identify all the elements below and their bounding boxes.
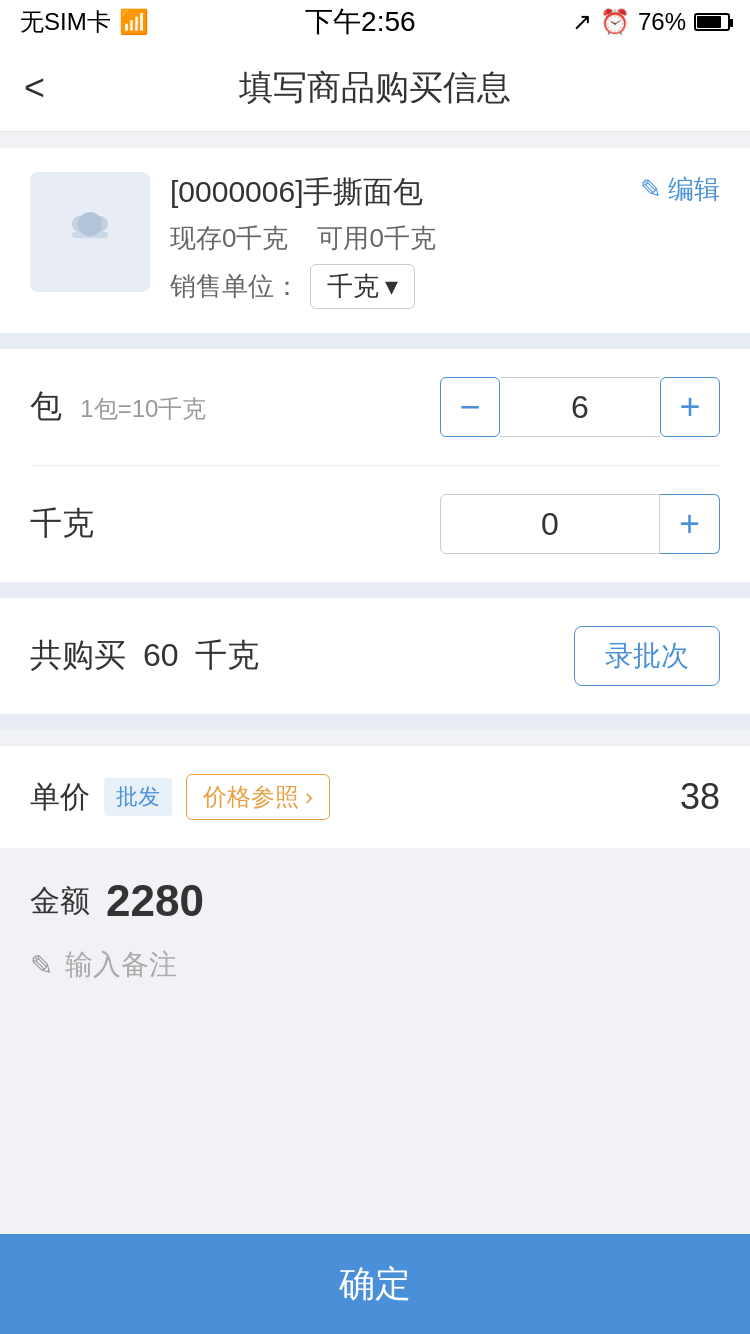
bag-input-row: 包 1包=10千克 − + bbox=[30, 349, 720, 466]
amount-section: 金额 2280 ✎ 输入备注 bbox=[0, 848, 750, 1004]
alarm-icon: ⏰ bbox=[600, 8, 630, 36]
product-thumbnail bbox=[30, 172, 150, 292]
kg-input-row: 千克 + bbox=[30, 466, 720, 582]
kg-label: 千克 bbox=[30, 502, 94, 546]
nav-bar: < 填写商品购买信息 bbox=[0, 44, 750, 132]
product-logo-icon bbox=[60, 202, 120, 262]
bag-label-group: 包 1包=10千克 bbox=[30, 385, 206, 429]
bag-increment-button[interactable]: + bbox=[660, 377, 720, 437]
batch-tag: 批发 bbox=[104, 778, 172, 816]
chevron-down-icon: ▾ bbox=[385, 271, 398, 302]
total-section: 共购买 60 千克 录批次 bbox=[0, 598, 750, 714]
price-value: 38 bbox=[680, 776, 720, 818]
carrier-label: 无SIM卡 bbox=[20, 6, 111, 38]
location-icon: ↗ bbox=[572, 8, 592, 36]
svg-point-1 bbox=[72, 216, 88, 232]
back-button[interactable]: < bbox=[24, 67, 45, 109]
status-bar: 无SIM卡 📶 下午2:56 ↗ ⏰ 76% bbox=[0, 0, 750, 44]
price-label: 单价 bbox=[30, 777, 90, 818]
divider-1 bbox=[0, 333, 750, 349]
kg-stepper: + bbox=[440, 494, 720, 554]
price-section: 单价 批发 价格参照 › 38 bbox=[0, 746, 750, 848]
price-left: 单价 批发 价格参照 › bbox=[30, 774, 330, 820]
amount-label: 金额 bbox=[30, 881, 90, 922]
note-row[interactable]: ✎ 输入备注 bbox=[30, 946, 720, 1004]
amount-row: 金额 2280 bbox=[30, 876, 720, 926]
page-title: 填写商品购买信息 bbox=[239, 65, 511, 111]
note-placeholder: 输入备注 bbox=[65, 946, 177, 984]
wifi-icon: 📶 bbox=[119, 8, 149, 36]
amount-value: 2280 bbox=[106, 876, 204, 926]
batch-button[interactable]: 录批次 bbox=[574, 626, 720, 686]
total-text: 共购买 60 千克 bbox=[30, 634, 259, 678]
price-ref-button[interactable]: 价格参照 › bbox=[186, 774, 330, 820]
edit-icon: ✎ bbox=[640, 174, 662, 205]
bag-stepper: − + bbox=[440, 377, 720, 437]
kg-increment-button[interactable]: + bbox=[660, 494, 720, 554]
divider-2 bbox=[0, 582, 750, 598]
confirm-button[interactable]: 确定 bbox=[0, 1234, 750, 1334]
bag-hint: 1包=10千克 bbox=[80, 395, 206, 422]
edit-button[interactable]: ✎ 编辑 bbox=[640, 172, 720, 207]
product-info: [0000006]手撕面包 ✎ 编辑 现存0千克 可用0千克 销售单位： 千克 … bbox=[170, 172, 720, 309]
pencil-icon: ✎ bbox=[30, 949, 53, 982]
kg-input[interactable] bbox=[440, 494, 660, 554]
svg-rect-3 bbox=[72, 232, 108, 238]
bag-label: 包 bbox=[30, 388, 62, 424]
status-left: 无SIM卡 📶 bbox=[20, 6, 149, 38]
product-stock: 现存0千克 可用0千克 bbox=[170, 221, 720, 256]
bag-input[interactable] bbox=[500, 377, 660, 437]
product-name: [0000006]手撕面包 bbox=[170, 172, 423, 213]
status-time: 下午2:56 bbox=[305, 3, 416, 41]
divider-3 bbox=[0, 714, 750, 730]
status-right: ↗ ⏰ 76% bbox=[572, 8, 730, 36]
product-card: [0000006]手撕面包 ✎ 编辑 现存0千克 可用0千克 销售单位： 千克 … bbox=[0, 148, 750, 333]
unit-select[interactable]: 千克 ▾ bbox=[310, 264, 415, 309]
input-section: 包 1包=10千克 − + 千克 + bbox=[0, 349, 750, 582]
bag-decrement-button[interactable]: − bbox=[440, 377, 500, 437]
product-unit-row: 销售单位： 千克 ▾ bbox=[170, 264, 720, 309]
battery-icon bbox=[694, 13, 730, 31]
battery-percent: 76% bbox=[638, 8, 686, 36]
svg-point-2 bbox=[92, 216, 108, 232]
chevron-right-icon: › bbox=[305, 783, 313, 811]
